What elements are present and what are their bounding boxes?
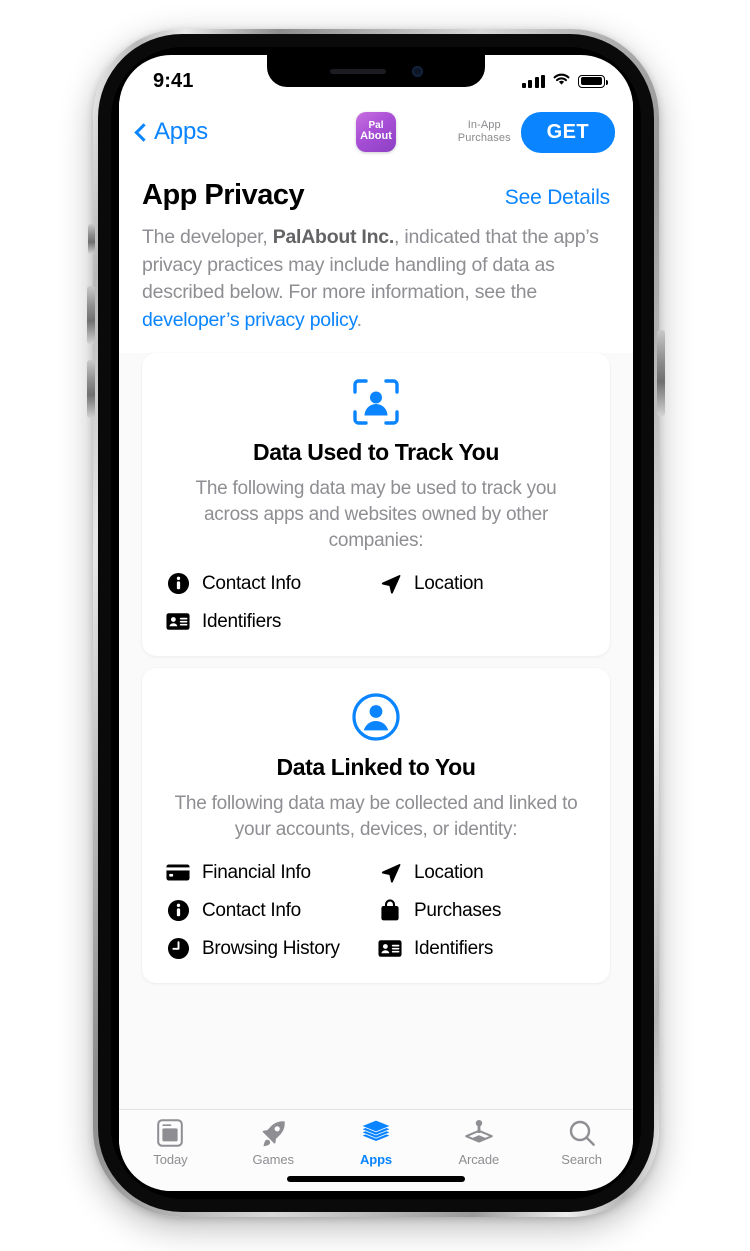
tab-apps[interactable]: Apps — [325, 1118, 428, 1167]
privacy-item-contact-info: Contact Info — [166, 899, 374, 923]
home-indicator[interactable] — [287, 1176, 465, 1182]
tab-games[interactable]: Games — [222, 1118, 325, 1167]
app-icon-palabout[interactable]: Pal About — [356, 112, 396, 152]
privacy-item-identifiers: Identifiers — [378, 937, 586, 961]
privacy-item-contact-info: Contact Info — [166, 572, 374, 596]
data-linked-to-you-card: Data Linked to You The following data ma… — [142, 667, 610, 983]
app-privacy-content: App Privacy See Details The developer, P… — [119, 163, 633, 1109]
get-button[interactable]: GET — [520, 111, 615, 153]
privacy-item-label: Purchases — [414, 899, 502, 921]
volume-up-button[interactable] — [87, 286, 95, 344]
status-bar-time: 9:41 — [153, 69, 194, 92]
privacy-item-browsing-history: Browsing History — [166, 937, 374, 961]
chevron-left-icon — [134, 122, 153, 142]
back-to-apps-button[interactable]: Apps — [133, 118, 208, 146]
privacy-item-grid: Financial Info Location Contact Info Pur… — [162, 861, 590, 963]
card-subtitle: The following data may be collected and … — [174, 792, 578, 840]
privacy-item-label: Financial Info — [202, 861, 311, 883]
clock-icon — [166, 937, 190, 961]
tab-label: Search — [561, 1152, 602, 1167]
privacy-item-identifiers: Identifiers — [166, 610, 374, 634]
earpiece-speaker-icon — [329, 68, 386, 74]
in-app-purchases-note: In-App Purchases — [458, 119, 511, 145]
app-icon-line2: About — [360, 130, 392, 143]
track-person-viewfinder-icon — [162, 377, 590, 427]
layers-stack-icon — [361, 1118, 391, 1148]
tab-label: Arcade — [458, 1152, 500, 1167]
privacy-item-location: Location — [378, 572, 586, 596]
mute-switch-button[interactable] — [88, 224, 95, 254]
wifi-icon — [552, 72, 571, 91]
privacy-item-label: Location — [414, 861, 484, 883]
privacy-item-label: Contact Info — [202, 572, 301, 594]
privacy-item-label: Location — [414, 572, 484, 594]
back-button-label: Apps — [154, 118, 208, 145]
tab-label: Games — [252, 1152, 294, 1167]
info-circle-icon — [166, 899, 190, 923]
privacy-item-financial-info: Financial Info — [166, 861, 374, 885]
in-app-purchases-line1: In-App — [467, 119, 501, 132]
app-privacy-title-row: App Privacy See Details — [142, 179, 610, 212]
front-camera-icon — [411, 65, 423, 77]
description-part3: . — [356, 309, 362, 332]
location-arrow-icon — [378, 861, 402, 885]
privacy-item-label: Identifiers — [202, 610, 282, 632]
joystick-icon — [464, 1118, 494, 1148]
magnifier-icon — [568, 1118, 596, 1148]
developer-privacy-policy-link[interactable]: developer’s privacy policy — [142, 309, 357, 331]
tab-arcade[interactable]: Arcade — [427, 1118, 530, 1167]
card-title: Data Linked to You — [276, 753, 476, 780]
app-privacy-header: App Privacy See Details The developer, P… — [119, 163, 633, 353]
privacy-item-location: Location — [378, 861, 586, 885]
privacy-item-label: Contact Info — [202, 899, 301, 921]
app-store-nav-bar: Apps Pal About In-App Purchases GET — [119, 101, 633, 163]
location-arrow-icon — [378, 572, 402, 596]
developer-name: PalAbout Inc. — [272, 226, 395, 248]
privacy-item-purchases: Purchases — [378, 899, 586, 923]
privacy-item-grid: Contact Info Location Identifiers — [162, 572, 590, 636]
credit-card-icon — [166, 861, 190, 885]
in-app-purchases-line2: Purchases — [457, 132, 511, 144]
rocket-icon — [259, 1118, 287, 1148]
card-title: Data Used to Track You — [253, 438, 499, 465]
description-part1: The developer, — [142, 226, 273, 248]
volume-down-button[interactable] — [87, 360, 95, 418]
nav-bar-actions: In-App Purchases GET — [458, 111, 615, 153]
shopping-bag-icon — [378, 899, 402, 923]
card-subtitle: The following data may be used to track … — [195, 477, 557, 551]
privacy-item-label: Browsing History — [202, 937, 340, 959]
privacy-cards: Data Used to Track You The following dat… — [119, 352, 633, 983]
see-details-link[interactable]: See Details — [505, 186, 610, 210]
page-title: App Privacy — [142, 179, 305, 211]
cellular-signal-icon — [521, 74, 545, 88]
id-card-icon — [166, 610, 190, 634]
power-side-button[interactable] — [657, 330, 665, 416]
id-card-icon — [378, 937, 402, 961]
today-newspaper-icon — [157, 1118, 184, 1148]
battery-full-icon — [578, 74, 608, 88]
phone-screen: 9:41 Apps Pal About In-App Purchases GET… — [119, 55, 633, 1191]
app-privacy-description: The developer, PalAbout Inc., indicated … — [142, 224, 610, 353]
device-notch — [267, 55, 485, 87]
tab-label: Apps — [359, 1152, 393, 1167]
privacy-item-label: Identifiers — [414, 937, 494, 959]
info-circle-icon — [166, 572, 190, 596]
tab-today[interactable]: Today — [119, 1118, 222, 1167]
data-used-to-track-you-card: Data Used to Track You The following dat… — [142, 352, 610, 656]
screenshot-stage: 9:41 Apps Pal About In-App Purchases GET… — [0, 0, 750, 1251]
status-bar-indicators — [521, 72, 608, 91]
tab-search[interactable]: Search — [530, 1118, 633, 1167]
person-circle-icon — [162, 692, 590, 742]
tab-label: Today — [153, 1152, 188, 1167]
